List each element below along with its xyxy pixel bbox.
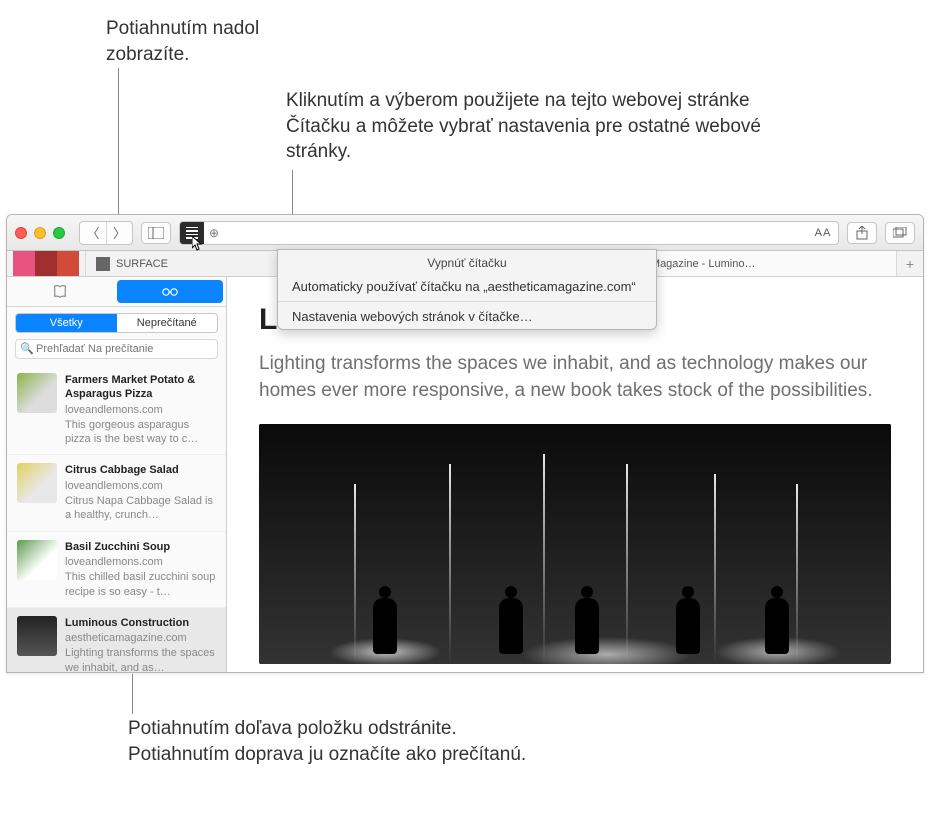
callout-line: [132, 674, 133, 714]
list-thumb: [17, 373, 57, 413]
add-to-reading-list-icon[interactable]: ⊕: [204, 226, 224, 240]
list-source: loveandlemons.com: [65, 403, 216, 417]
reader-button[interactable]: [180, 222, 204, 244]
list-desc: This chilled basil zucchini soup recipe …: [65, 570, 216, 599]
main-split: Všetky Neprečítané 🔍 Farmers Market Pota…: [7, 277, 923, 672]
list-source: aestheticamagazine.com: [65, 631, 216, 645]
reader-menu-auto[interactable]: Automaticky používať čítačku na „aesthet…: [278, 274, 656, 299]
list-desc: Lighting transforms the spaces we inhabi…: [65, 646, 216, 672]
list-title: Citrus Cabbage Salad: [65, 463, 216, 477]
reader-dropdown: Vypnúť čítačku Automaticky používať číta…: [277, 249, 657, 330]
list-desc: This gorgeous asparagus pizza is the bes…: [65, 418, 216, 447]
filter-unread[interactable]: Neprečítané: [117, 314, 218, 332]
list-thumb: [17, 616, 57, 656]
reading-list-search: 🔍: [15, 339, 218, 359]
reader-menu-title: Vypnúť čítačku: [278, 250, 656, 274]
zoom-window-icon[interactable]: [53, 227, 65, 239]
forward-button[interactable]: 〉: [106, 222, 132, 244]
reader-menu-settings[interactable]: Nastavenia webových stránok v čítačke…: [278, 304, 656, 329]
new-tab-button[interactable]: +: [897, 251, 923, 276]
address-bar[interactable]: ⊕ AA: [179, 221, 839, 245]
article-hero-image: [259, 424, 891, 664]
list-title: Basil Zucchini Soup: [65, 540, 216, 554]
bookmarks-tab[interactable]: [7, 277, 114, 306]
list-thumb: [17, 540, 57, 580]
reading-list-sidebar: Všetky Neprečítané 🔍 Farmers Market Pota…: [7, 277, 227, 672]
text-size-control[interactable]: AA: [808, 227, 838, 239]
sidebar-toggle-button[interactable]: [141, 222, 171, 244]
callout-line: [292, 170, 293, 216]
list-title: Farmers Market Potato & Asparagus Pizza: [65, 373, 216, 402]
list-item[interactable]: Citrus Cabbage Salad loveandlemons.com C…: [7, 455, 226, 531]
toolbar: 〈 〉 ⊕ AA: [7, 215, 923, 251]
search-icon: 🔍: [20, 342, 34, 355]
sidebar-mode-tabs: [7, 277, 226, 307]
tab-colors[interactable]: [7, 251, 86, 276]
callout-top-right: Kliknutím a výberom použijete na tejto w…: [286, 88, 786, 165]
reader-icon: [186, 227, 198, 239]
reader-content: Luminous Construction Lighting transform…: [227, 277, 923, 672]
filter-all[interactable]: Všetky: [16, 314, 117, 332]
search-input[interactable]: [15, 339, 218, 359]
back-button[interactable]: 〈: [80, 222, 106, 244]
reading-list-filter: Všetky Neprečítané: [15, 313, 218, 333]
list-item[interactable]: Luminous Construction aestheticamagazine…: [7, 608, 226, 672]
tab-label: SURFACE: [116, 258, 168, 270]
callout-top-left: Potiahnutím nadol zobrazíte.: [106, 16, 326, 67]
list-desc: Citrus Napa Cabbage Salad is a healthy, …: [65, 494, 216, 523]
nav-buttons: 〈 〉: [79, 221, 133, 245]
reading-list-tab[interactable]: [117, 280, 224, 303]
list-source: loveandlemons.com: [65, 479, 216, 493]
window-controls: [15, 227, 65, 239]
list-thumb: [17, 463, 57, 503]
share-button[interactable]: [847, 222, 877, 244]
callout-bottom: Potiahnutím doľava položku odstránite. P…: [128, 716, 548, 767]
list-source: loveandlemons.com: [65, 555, 216, 569]
safari-window: 〈 〉 ⊕ AA Vypnúť čít: [6, 214, 924, 673]
surface-favicon-icon: [96, 257, 110, 271]
tabs-button[interactable]: [885, 222, 915, 244]
minimize-window-icon[interactable]: [34, 227, 46, 239]
list-item[interactable]: Farmers Market Potato & Asparagus Pizza …: [7, 365, 226, 455]
list-title: Luminous Construction: [65, 616, 216, 630]
close-window-icon[interactable]: [15, 227, 27, 239]
reading-list: Farmers Market Potato & Asparagus Pizza …: [7, 365, 226, 672]
article-subtitle: Lighting transforms the spaces we inhabi…: [259, 351, 891, 404]
list-item[interactable]: Basil Zucchini Soup loveandlemons.com Th…: [7, 532, 226, 608]
